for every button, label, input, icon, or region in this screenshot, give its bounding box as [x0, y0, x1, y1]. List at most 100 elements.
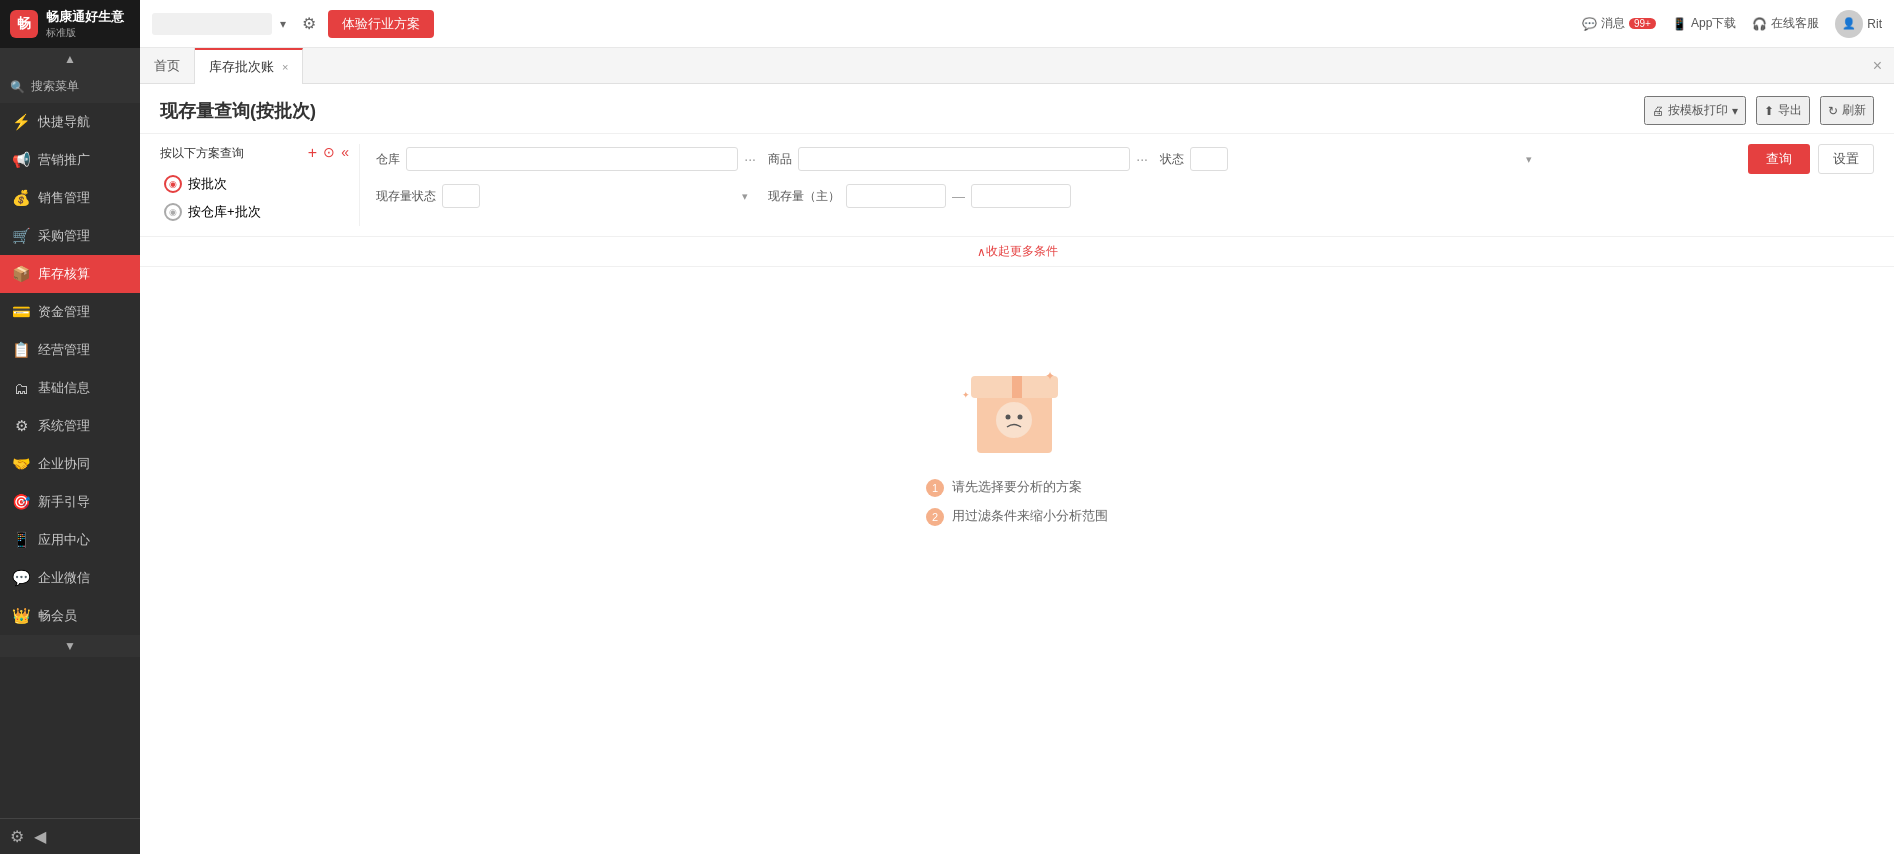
sidebar-item-basic-info[interactable]: 🗂 基础信息: [0, 369, 140, 407]
sidebar-item-finance[interactable]: 💳 资金管理: [0, 293, 140, 331]
sidebar-icon-purchase: 🛒: [12, 227, 30, 245]
empty-state: ✦ ✦ 1 请先选择要分析的方案 2 用过滤条件来缩小分析范围: [140, 267, 1894, 617]
inventory-status-select[interactable]: [442, 184, 480, 208]
topbar-search-input[interactable]: [152, 13, 272, 35]
product-input[interactable]: [798, 147, 1130, 171]
app-download-label: App下载: [1691, 15, 1736, 32]
warehouse-dots-icon[interactable]: ···: [744, 151, 756, 167]
sidebar-item-quick-nav[interactable]: ⚡快捷导航: [0, 103, 140, 141]
topbar-app-download[interactable]: 📱 App下载: [1672, 15, 1736, 32]
plan-item-plan2[interactable]: ◉按仓库+批次: [160, 198, 349, 226]
user-avatar: 👤: [1835, 10, 1863, 38]
topbar-gear-icon[interactable]: ⚙: [302, 14, 316, 33]
sidebar-label-purchase: 采购管理: [38, 227, 90, 245]
app-info: 畅康通好生意 标准版: [46, 9, 124, 39]
sidebar-header: 畅 畅康通好生意 标准版: [0, 0, 140, 48]
sidebar-icon-basic-info: 🗂: [12, 379, 30, 397]
sidebar-item-marketing[interactable]: 📢营销推广: [0, 141, 140, 179]
sidebar-item-collab[interactable]: 🤝企业协同: [0, 445, 140, 483]
refresh-btn[interactable]: ↻ 刷新: [1820, 96, 1874, 125]
sidebar-item-system[interactable]: ⚙系统管理: [0, 407, 140, 445]
page-title: 现存量查询(按批次): [160, 99, 316, 123]
print-dropdown-icon: ▾: [1732, 104, 1738, 118]
svg-point-4: [1006, 415, 1011, 420]
inventory-qty-dash: —: [952, 189, 965, 204]
tab-inventory-batch[interactable]: 库存批次账 ×: [195, 48, 303, 84]
step-1-label: 请先选择要分析的方案: [952, 478, 1082, 496]
sidebar-label-basic-info: 基础信息: [38, 379, 90, 397]
empty-steps: 1 请先选择要分析的方案 2 用过滤条件来缩小分析范围: [926, 478, 1108, 536]
plan-icon-plan1: ◉: [164, 175, 182, 193]
sidebar-item-wechat[interactable]: 💬企业微信: [0, 559, 140, 597]
filter-plans-title: 按以下方案查询: [160, 145, 244, 162]
tab-home-label: 首页: [154, 57, 180, 75]
sidebar-item-app-center[interactable]: 📱应用中心: [0, 521, 140, 559]
sidebar-label-guide: 新手引导: [38, 493, 90, 511]
filter-row-1: 仓库 ··· 商品 ··· 状态: [376, 144, 1874, 174]
sidebar: 畅 畅康通好生意 标准版 ▲ 🔍 搜索菜单 ⚡快捷导航📢营销推广💰销售管理 🛒 采购…: [0, 0, 140, 854]
query-btn[interactable]: 查询: [1748, 144, 1810, 174]
topbar-dropdown-btn[interactable]: ▾: [276, 13, 290, 35]
sidebar-icon-guide: 🎯: [12, 493, 30, 511]
status-select-wrap: [1190, 147, 1540, 171]
export-btn[interactable]: ⬆ 导出: [1756, 96, 1810, 125]
empty-illustration: ✦ ✦: [957, 348, 1077, 458]
topbar-user[interactable]: 👤 Rit: [1835, 10, 1882, 38]
product-dots-icon[interactable]: ···: [1136, 151, 1148, 167]
sidebar-label-inventory: 库存核算: [38, 265, 90, 283]
tab-close-icon[interactable]: ×: [282, 61, 288, 73]
filter-group-warehouse: 仓库 ···: [376, 147, 756, 171]
sidebar-item-members[interactable]: 👑畅会员: [0, 597, 140, 635]
settings-plan-icon[interactable]: ⊙: [323, 144, 335, 162]
sidebar-icon-operations: 📋: [12, 341, 30, 359]
topbar-message[interactable]: 💬 消息 99+: [1582, 15, 1656, 32]
sidebar-label-finance: 资金管理: [38, 303, 90, 321]
filter-area: 按以下方案查询 + ⊙ « ◉按批次◉按仓库+批次 仓库 ···: [140, 134, 1894, 237]
inventory-status-select-wrap: [442, 184, 756, 208]
topbar-online-service[interactable]: 🎧 在线客服: [1752, 15, 1819, 32]
message-label: 消息: [1601, 15, 1625, 32]
sidebar-search-label: 搜索菜单: [31, 78, 79, 95]
sidebar-icon-system: ⚙: [12, 417, 30, 435]
topbar-search-area: ▾: [152, 13, 290, 35]
filter-settings-btn[interactable]: 设置: [1818, 144, 1874, 174]
inventory-qty-max[interactable]: [971, 184, 1071, 208]
warehouse-label: 仓库: [376, 151, 400, 168]
svg-rect-2: [1012, 376, 1022, 398]
sidebar-collapse-icon[interactable]: ◀: [34, 827, 46, 846]
print-btn-label: 按模板打印: [1668, 102, 1728, 119]
sidebar-icon-wechat: 💬: [12, 569, 30, 587]
plan-item-plan1[interactable]: ◉按批次: [160, 170, 349, 198]
status-select[interactable]: [1190, 147, 1228, 171]
sidebar-item-inventory[interactable]: 📦库存核算: [0, 255, 140, 293]
filter-plans-header: 按以下方案查询 + ⊙ «: [160, 144, 349, 162]
sidebar-icon-finance: 💳: [12, 303, 30, 321]
collapse-more-row[interactable]: ∧ 收起更多条件: [140, 237, 1894, 267]
sidebar-scroll-up[interactable]: ▲: [0, 48, 140, 70]
sidebar-item-guide[interactable]: 🎯 新手引导: [0, 483, 140, 521]
message-badge: 99+: [1629, 18, 1656, 29]
phone-icon: 📱: [1672, 17, 1687, 31]
sidebar-icon-app-center: 📱: [12, 531, 30, 549]
warehouse-input[interactable]: [406, 147, 738, 171]
sidebar-item-sales[interactable]: 💰销售管理: [0, 179, 140, 217]
print-btn[interactable]: 🖨 按模板打印 ▾: [1644, 96, 1746, 125]
sidebar-item-purchase[interactable]: 🛒 采购管理: [0, 217, 140, 255]
collapse-plan-icon[interactable]: «: [341, 144, 349, 162]
inventory-qty-min[interactable]: [846, 184, 946, 208]
sidebar-search[interactable]: 🔍 搜索菜单: [0, 70, 140, 103]
try-industry-btn[interactable]: 体验行业方案: [328, 10, 434, 38]
tab-home[interactable]: 首页: [140, 48, 195, 84]
filter-group-product: 商品 ···: [768, 147, 1148, 171]
user-name: Rit: [1867, 17, 1882, 31]
sidebar-icon-members: 👑: [12, 607, 30, 625]
sidebar-scroll-down[interactable]: ▼: [0, 635, 140, 657]
refresh-btn-label: 刷新: [1842, 102, 1866, 119]
tab-panel-close-icon[interactable]: ×: [1873, 57, 1882, 75]
inventory-status-label: 现存量状态: [376, 188, 436, 205]
add-plan-icon[interactable]: +: [308, 144, 317, 162]
sidebar-label-quick-nav: 快捷导航: [38, 113, 90, 131]
headset-icon: 🎧: [1752, 17, 1767, 31]
sidebar-settings-icon[interactable]: ⚙: [10, 827, 24, 846]
sidebar-item-operations[interactable]: 📋经营管理: [0, 331, 140, 369]
